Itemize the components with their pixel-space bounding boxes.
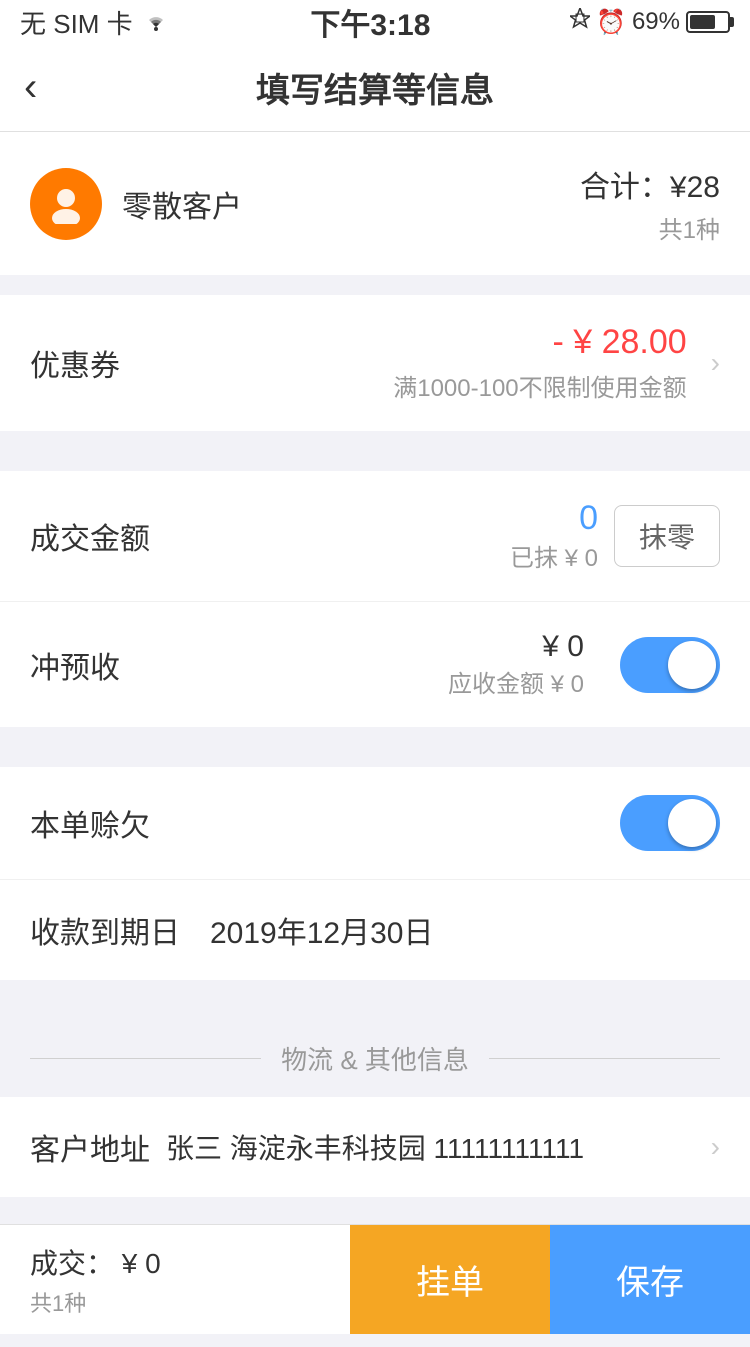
bottom-buttons: 挂单 保存 xyxy=(350,1225,750,1334)
deal-amount-right: 0 已抹 ¥ 0 抹零 xyxy=(510,499,720,573)
prepay-amount: ¥ 0 xyxy=(542,630,584,664)
debt-right xyxy=(620,795,720,851)
prepay-values: ¥ 0 应收金额 ¥ 0 xyxy=(448,630,584,699)
debt-row: 本单赊欠 xyxy=(0,767,750,880)
due-date-label: 收款到期日 xyxy=(30,908,180,952)
divider-2 xyxy=(0,451,750,471)
status-left: 无 SIM 卡 xyxy=(20,4,171,41)
nav-bar: ‹ 填写结算等信息 xyxy=(0,44,750,132)
debt-toggle[interactable] xyxy=(620,795,720,851)
bottom-deal-value: ¥ 0 xyxy=(122,1248,161,1279)
bottom-bar: 成交： ¥ 0 共1种 挂单 保存 xyxy=(0,1224,750,1334)
location-icon xyxy=(570,8,590,37)
debt-label: 本单赊欠 xyxy=(30,801,150,845)
coupon-row[interactable]: 优惠券 - ¥ 28.00 满1000-100不限制使用金额 › xyxy=(0,295,750,431)
divider-4 xyxy=(0,1000,750,1020)
page-title: 填写结算等信息 xyxy=(256,63,494,112)
due-date-row: 收款到期日 2019年12月30日 xyxy=(0,880,750,980)
status-time: 下午3:18 xyxy=(310,0,430,44)
divider-1 xyxy=(0,275,750,295)
address-card: 客户地址 张三 海淀永丰科技园 11111111111 › xyxy=(0,1097,750,1197)
address-row[interactable]: 客户地址 张三 海淀永丰科技园 11111111111 › xyxy=(0,1097,750,1197)
coupon-discount: - ¥ 28.00 xyxy=(552,323,686,362)
content-area: 零散客户 合计：¥28 共1种 优惠券 - ¥ 28.00 满1000-100不… xyxy=(0,132,750,1347)
bottom-count: 共1种 xyxy=(30,1286,320,1318)
amount-card: 成交金额 0 已抹 ¥ 0 抹零 冲预收 ¥ 0 应收金额 ¥ 0 xyxy=(0,471,750,727)
divider-3 xyxy=(0,747,750,767)
coupon-desc: 满1000-100不限制使用金额 xyxy=(393,368,686,403)
total-amount: 合计：¥28 xyxy=(580,162,720,206)
prepay-receivable: 应收金额 ¥ 0 xyxy=(448,664,584,699)
save-button[interactable]: 保存 xyxy=(550,1225,750,1334)
bottom-deal-label: 成交： xyxy=(30,1248,114,1279)
prepay-right: ¥ 0 应收金额 ¥ 0 xyxy=(448,630,720,699)
coupon-label: 优惠券 xyxy=(30,341,120,385)
address-value: 张三 海淀永丰科技园 11111111111 xyxy=(166,1127,687,1167)
round-zero-button[interactable]: 抹零 xyxy=(614,505,720,567)
address-chevron-icon: › xyxy=(711,1131,720,1163)
total-count: 共1种 xyxy=(580,210,720,245)
logistics-section: 物流 & 其他信息 xyxy=(0,1020,750,1097)
sim-status: 无 SIM 卡 xyxy=(20,4,133,41)
coupon-values: - ¥ 28.00 满1000-100不限制使用金额 xyxy=(393,323,686,403)
customer-right: 合计：¥28 共1种 xyxy=(580,162,720,245)
bottom-info: 成交： ¥ 0 共1种 xyxy=(0,1242,350,1318)
back-button[interactable]: ‹ xyxy=(24,65,37,110)
debt-toggle-knob xyxy=(668,799,716,847)
address-label: 客户地址 xyxy=(30,1125,150,1169)
battery-icon xyxy=(686,11,730,33)
prepay-toggle[interactable] xyxy=(620,637,720,693)
avatar xyxy=(30,168,102,240)
already-rounded: 已抹 ¥ 0 xyxy=(510,538,598,573)
label-line-right xyxy=(489,1058,720,1059)
deal-amount-label: 成交金额 xyxy=(30,514,150,558)
chevron-icon: › xyxy=(711,347,720,379)
logistics-label: 物流 & 其他信息 xyxy=(281,1040,469,1077)
deal-amount-value[interactable]: 0 xyxy=(579,499,598,538)
toggle-knob xyxy=(668,641,716,689)
due-date-value[interactable]: 2019年12月30日 xyxy=(210,908,433,952)
customer-name: 零散客户 xyxy=(122,182,242,226)
coupon-right: - ¥ 28.00 满1000-100不限制使用金额 › xyxy=(393,323,720,403)
bottom-deal-amount: 成交： ¥ 0 xyxy=(30,1242,320,1282)
status-right: ⏰ 69% xyxy=(570,8,730,37)
status-bar: 无 SIM 卡 下午3:18 ⏰ 69% xyxy=(0,0,750,44)
battery-percent: 69% xyxy=(632,8,680,36)
debt-card: 本单赊欠 收款到期日 2019年12月30日 xyxy=(0,767,750,980)
alarm-icon: ⏰ xyxy=(596,8,626,37)
prepay-label: 冲预收 xyxy=(30,643,120,687)
amount-col: 0 已抹 ¥ 0 xyxy=(510,499,598,573)
pending-button[interactable]: 挂单 xyxy=(350,1225,550,1334)
customer-left: 零散客户 xyxy=(30,168,242,240)
wifi-icon xyxy=(141,7,171,38)
label-line-left xyxy=(30,1058,261,1059)
customer-card: 零散客户 合计：¥28 共1种 xyxy=(0,132,750,275)
coupon-card: 优惠券 - ¥ 28.00 满1000-100不限制使用金额 › xyxy=(0,295,750,431)
deal-amount-row: 成交金额 0 已抹 ¥ 0 抹零 xyxy=(0,471,750,602)
prepay-row: 冲预收 ¥ 0 应收金额 ¥ 0 xyxy=(0,602,750,727)
